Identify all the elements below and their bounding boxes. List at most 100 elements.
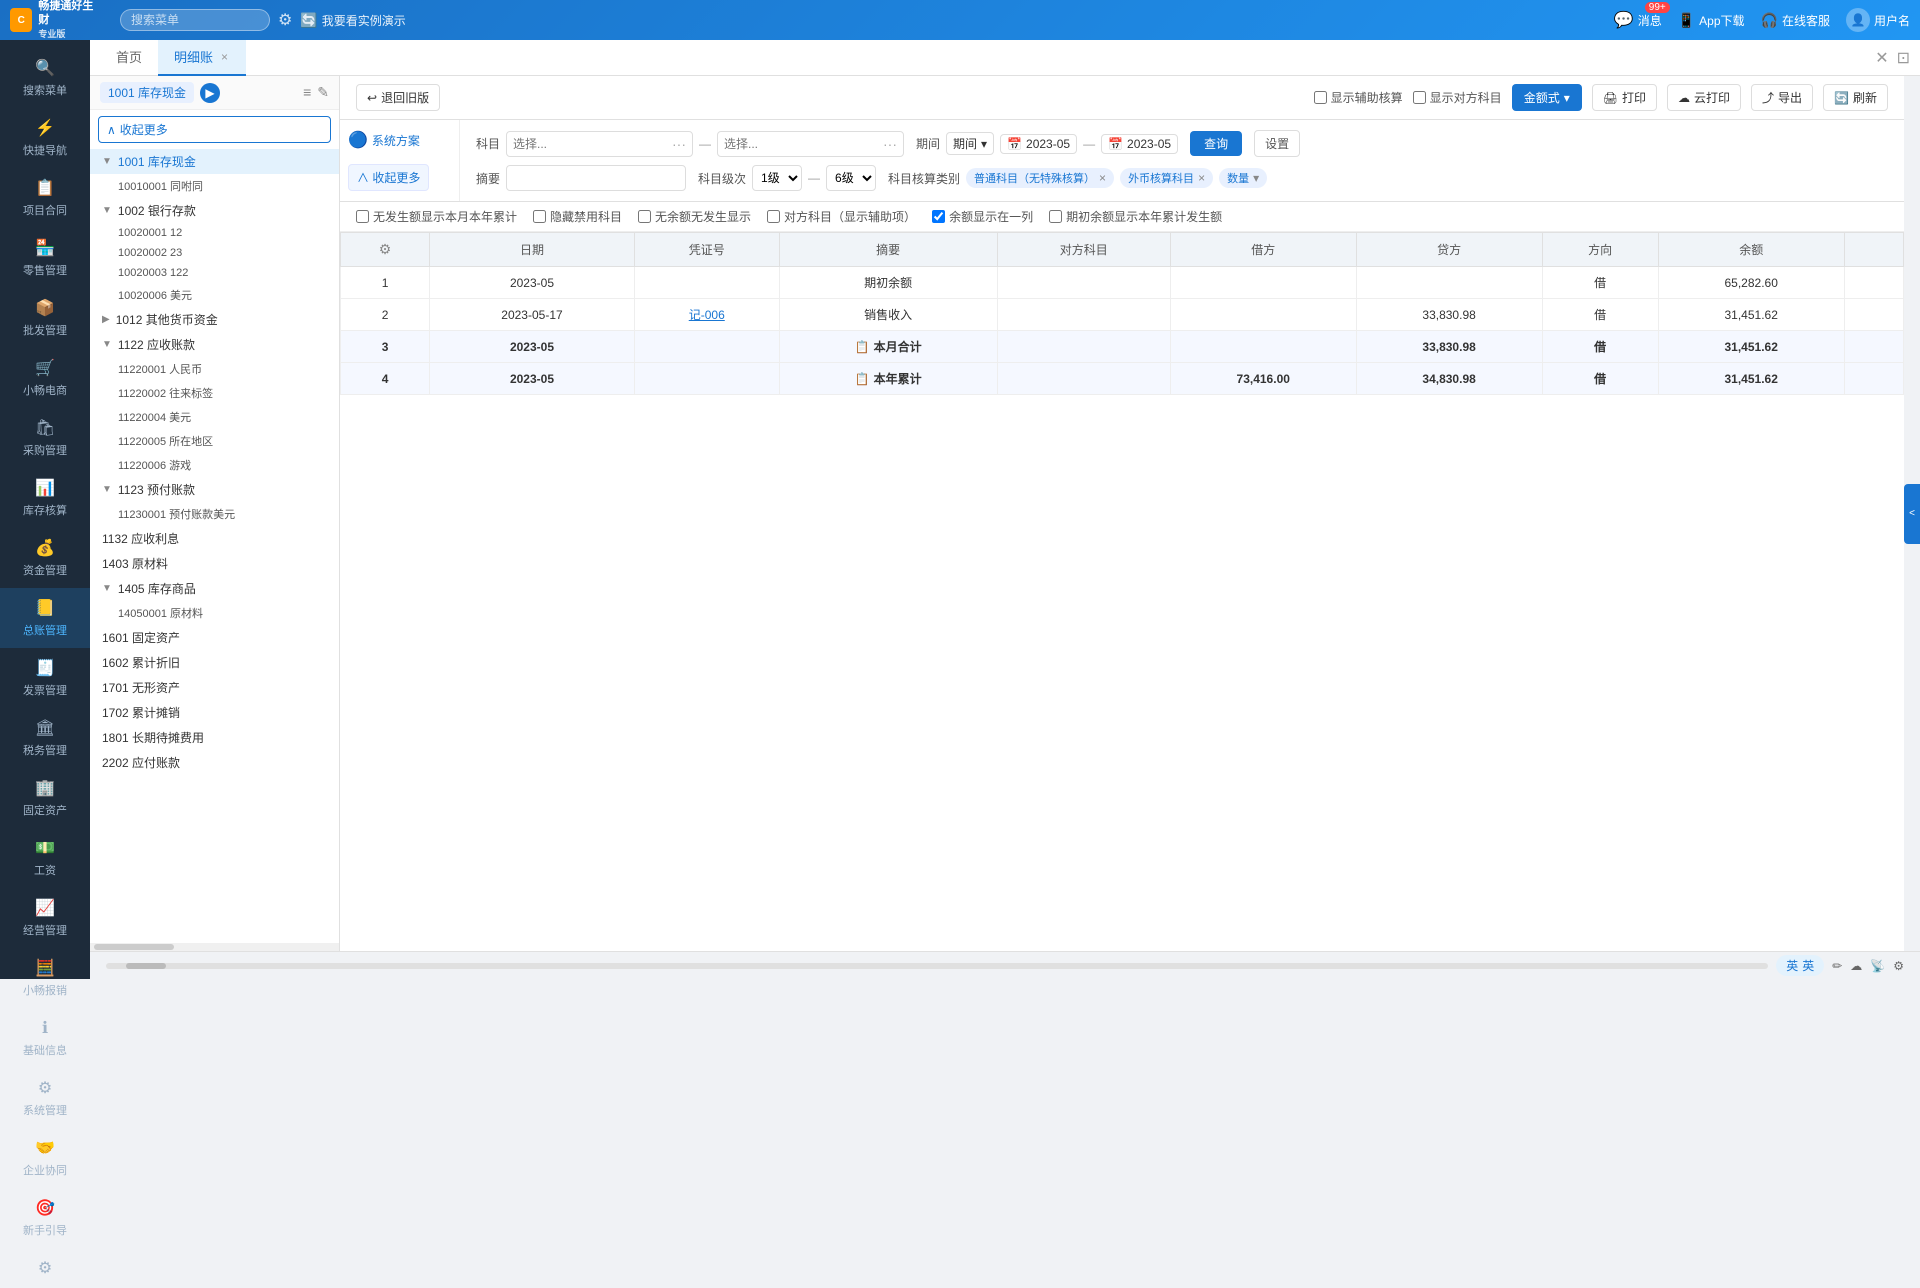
sidebar-item-expense[interactable]: 🧮 小畅报销 — [0, 948, 90, 1008]
sidebar-item-fund[interactable]: 💰 资金管理 — [0, 528, 90, 588]
sidebar-item-purchase[interactable]: 🛍 采购管理 — [0, 408, 90, 468]
subject-end-dots[interactable]: ··· — [883, 136, 897, 152]
search-btn[interactable]: 查询 — [1190, 131, 1242, 156]
tree-node-1602[interactable]: 1602 累计折旧 — [90, 650, 339, 675]
app-download-btn[interactable]: 📱 App下载 — [1678, 12, 1745, 29]
tree-node-1123[interactable]: ▼ 1123 预付账款 — [90, 477, 339, 502]
sidebar-item-tax[interactable]: 🏛 税务管理 — [0, 708, 90, 768]
chip-quantity[interactable]: 数量 ▾ — [1219, 168, 1267, 188]
sidebar-item-guide[interactable]: 🎯 新手引导 — [0, 1188, 90, 1248]
chip-normal[interactable]: 普通科目（无特殊核算） × — [966, 168, 1114, 188]
tree-nav-next[interactable]: ▶ — [200, 83, 220, 103]
filter-balance-one-row[interactable]: 余额显示在一列 — [932, 208, 1033, 225]
tree-node-1012[interactable]: ▶ 1012 其他货币资金 — [90, 307, 339, 332]
format-btn[interactable]: 金额式 ▾ — [1512, 84, 1582, 111]
tree-scrollbar[interactable] — [90, 943, 339, 951]
tree-node-1601[interactable]: 1601 固定资产 — [90, 625, 339, 650]
horizontal-scrollbar[interactable] — [106, 963, 1768, 969]
chip-foreign[interactable]: 外币核算科目 × — [1120, 168, 1213, 188]
tree-node-10010001[interactable]: 10010001 同咐同 — [90, 174, 339, 198]
level-from-select[interactable]: 1级 2级 3级 — [752, 165, 802, 191]
tree-node-11220004[interactable]: 11220004 美元 — [90, 405, 339, 429]
chip-normal-close[interactable]: × — [1099, 171, 1106, 185]
online-service-btn[interactable]: 🎧 在线客服 — [1761, 12, 1830, 29]
sidebar-item-invoice[interactable]: 🧾 发票管理 — [0, 648, 90, 708]
tree-node-11220001[interactable]: 11220001 人民币 — [90, 357, 339, 381]
print-btn[interactable]: 🖨 打印 — [1592, 84, 1657, 111]
col-settings[interactable]: ⚙ — [341, 233, 430, 267]
tree-node-1702[interactable]: 1702 累计摊销 — [90, 700, 339, 725]
sidebar-item-basic[interactable]: ℹ 基础信息 — [0, 1008, 90, 1068]
tree-node-11220002[interactable]: 11220002 往来标签 — [90, 381, 339, 405]
sidebar-settings[interactable]: ⚙ — [34, 1248, 56, 1288]
subject-end-input-group[interactable]: ··· — [717, 131, 904, 157]
sidebar-item-retail[interactable]: 🏪 零售管理 — [0, 228, 90, 288]
sidebar-item-assets[interactable]: 🏢 固定资产 — [0, 768, 90, 828]
tree-list-icon[interactable]: ≡ — [303, 84, 311, 101]
window-close-btn[interactable]: ✕ — [1875, 48, 1888, 68]
tree-node-1132[interactable]: 1132 应收利息 — [90, 526, 339, 551]
sidebar-item-search[interactable]: 🔍 搜索菜单 — [0, 48, 90, 108]
filter-no-balance[interactable]: 无余额无发生显示 — [638, 208, 751, 225]
tree-node-1801[interactable]: 1801 长期待摊费用 — [90, 725, 339, 750]
period-start-picker[interactable]: 📅 2023-05 — [1000, 134, 1077, 154]
sidebar-item-inventory[interactable]: 📊 库存核算 — [0, 468, 90, 528]
tree-node-1122[interactable]: ▼ 1122 应收账款 — [90, 332, 339, 357]
period-type-select[interactable]: 期间 ▾ — [946, 132, 994, 155]
bottom-settings-icon[interactable]: ⚙ — [1893, 959, 1904, 973]
tab-detail[interactable]: 明细账 × — [158, 40, 246, 76]
subject-dots[interactable]: ··· — [672, 136, 686, 152]
demo-link[interactable]: 🔄 我要看实例演示 — [300, 12, 405, 29]
tree-edit-icon[interactable]: ✎ — [317, 84, 329, 101]
signal-icon[interactable]: 📡 — [1870, 959, 1885, 973]
summary-input[interactable] — [506, 165, 686, 191]
sidebar-item-project[interactable]: 📋 项目合同 — [0, 168, 90, 228]
tree-search-tag[interactable]: 1001 库存现金 — [100, 82, 194, 103]
tree-node-2202[interactable]: 2202 应付账款 — [90, 750, 339, 775]
sidebar-item-ledger[interactable]: 📒 总账管理 — [0, 588, 90, 648]
sidebar-item-salary[interactable]: 💵 工资 — [0, 828, 90, 888]
tree-node-1701[interactable]: 1701 无形资产 — [90, 675, 339, 700]
tree-node-11220005[interactable]: 11220005 所在地区 — [90, 429, 339, 453]
export-btn[interactable]: ⤴ 导出 — [1751, 84, 1813, 111]
sidebar-item-wholesale[interactable]: 📦 批发管理 — [0, 288, 90, 348]
tree-node-10020006[interactable]: 10020006 美元 — [90, 283, 339, 307]
settings-btn[interactable]: ⚙ — [278, 10, 292, 30]
tree-node-11230001[interactable]: 11230001 预付账款美元 — [90, 502, 339, 526]
cloud-print-btn[interactable]: ☁ 云打印 — [1667, 84, 1741, 111]
voucher-link[interactable]: 记-006 — [689, 308, 725, 322]
filter-no-occurrence[interactable]: 无发生额显示本月本年累计 — [356, 208, 517, 225]
subject-input-group[interactable]: ··· — [506, 131, 693, 157]
settings-btn-query[interactable]: 设置 — [1254, 130, 1300, 157]
tree-node-10020003[interactable]: 10020003 122 — [90, 263, 339, 283]
subject-end-input[interactable] — [724, 137, 879, 151]
tree-node-1403[interactable]: 1403 原材料 — [90, 551, 339, 576]
tree-node-1002[interactable]: ▼ 1002 银行存款 — [90, 198, 339, 223]
sidebar-item-business[interactable]: 📈 经营管理 — [0, 888, 90, 948]
period-end-picker[interactable]: 📅 2023-05 — [1101, 134, 1178, 154]
level-to-select[interactable]: 6级 5级 4级 — [826, 165, 876, 191]
sidebar-item-ecommerce[interactable]: 🛒 小畅电商 — [0, 348, 90, 408]
lang-btn[interactable]: 英 英 — [1776, 955, 1824, 976]
subject-input[interactable] — [513, 137, 668, 151]
refresh-btn[interactable]: 🔄 刷新 — [1823, 84, 1888, 111]
user-btn[interactable]: 👤 用户名 — [1846, 8, 1910, 32]
collapse-btn[interactable]: ∧ 收起更多 — [98, 116, 331, 143]
chip-foreign-close[interactable]: × — [1198, 171, 1205, 185]
row-voucher[interactable]: 记-006 — [634, 299, 779, 331]
edit-icon[interactable]: ✏ — [1832, 959, 1842, 973]
tree-node-14050001[interactable]: 14050001 原材料 — [90, 601, 339, 625]
return-old-btn[interactable]: ↩ 退回旧版 — [356, 84, 440, 111]
tree-node-10020002[interactable]: 10020002 23 — [90, 243, 339, 263]
filter-contra[interactable]: 对方科目（显示辅助项） — [767, 208, 916, 225]
tab-detail-close[interactable]: × — [219, 48, 230, 66]
filter-hide-disabled[interactable]: 隐藏禁用科目 — [533, 208, 622, 225]
right-expand-btn[interactable]: < — [1904, 484, 1920, 544]
show-contra-checkbox[interactable]: 显示对方科目 — [1413, 89, 1502, 106]
system-scheme[interactable]: 🔵 系统方案 — [348, 130, 451, 150]
col-settings-icon[interactable]: ⚙ — [379, 241, 392, 257]
cloud-icon[interactable]: ☁ — [1850, 959, 1862, 973]
sidebar-item-system[interactable]: ⚙ 系统管理 — [0, 1068, 90, 1128]
chip-quantity-close[interactable]: ▾ — [1253, 171, 1259, 185]
tree-node-1405[interactable]: ▼ 1405 库存商品 — [90, 576, 339, 601]
